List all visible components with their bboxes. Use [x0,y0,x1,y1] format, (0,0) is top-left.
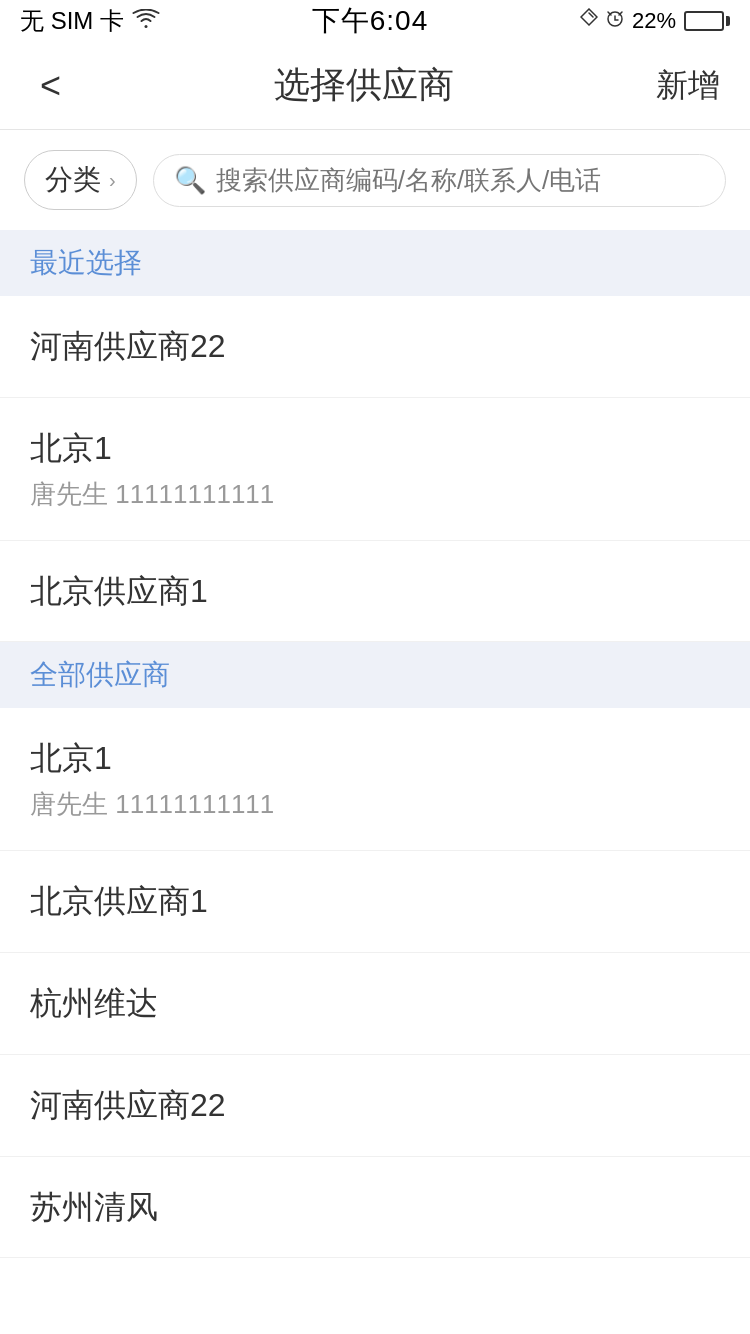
all-section-header: 全部供应商 [0,642,750,708]
battery-percent: 22% [632,8,676,34]
item-name: 北京1 [30,426,720,471]
recent-list-item[interactable]: 北京供应商1 [0,541,750,643]
alarm-icon [606,8,624,34]
item-name: 北京供应商1 [30,569,720,614]
search-icon: 🔍 [174,165,206,196]
recent-list-item[interactable]: 河南供应商22 [0,296,750,398]
status-left: 无 SIM 卡 [20,5,160,37]
location-icon [580,8,598,34]
carrier-label: 无 SIM 卡 [20,5,124,37]
battery-icon [684,11,730,31]
item-sub: 唐先生 11111111111 [30,477,720,512]
search-input[interactable] [216,165,705,196]
status-bar: 无 SIM 卡 下午6:04 [0,0,750,42]
status-right: 22% [580,8,730,34]
item-name: 河南供应商22 [30,324,720,369]
wifi-icon [132,7,160,35]
item-sub: 唐先生 11111111111 [30,787,720,822]
search-box[interactable]: 🔍 [153,154,726,207]
back-button[interactable]: < [30,55,71,117]
recent-list: 河南供应商22 北京1 唐先生 11111111111 北京供应商1 [0,296,750,642]
all-list: 北京1 唐先生 11111111111 北京供应商1 杭州维达河南供应商22 苏州清风 [0,708,750,1258]
all-list-item[interactable]: 北京1 唐先生 11111111111 [0,708,750,851]
category-button[interactable]: 分类 › [24,150,137,210]
status-time: 下午6:04 [312,2,429,40]
item-name: 北京1 [30,736,720,781]
recent-section-header: 最近选择 [0,230,750,296]
page-title: 选择供应商 [274,61,454,110]
item-name: 河南供应商22 [30,1083,720,1128]
filter-row: 分类 › 🔍 [0,130,750,230]
all-list-item[interactable]: 北京供应商1 [0,851,750,953]
recent-list-item[interactable]: 北京1 唐先生 11111111111 [0,398,750,541]
item-name: 苏州清风 [30,1185,720,1230]
add-button[interactable]: 新增 [656,64,720,108]
all-list-item[interactable]: 杭州维达 [0,953,750,1055]
all-list-item[interactable]: 苏州清风 [0,1157,750,1259]
nav-bar: < 选择供应商 新增 [0,42,750,130]
chevron-right-icon: › [109,169,116,192]
item-name: 杭州维达 [30,981,720,1026]
category-label: 分类 [45,161,101,199]
all-list-item[interactable]: 河南供应商22 [0,1055,750,1157]
item-name: 北京供应商1 [30,879,720,924]
